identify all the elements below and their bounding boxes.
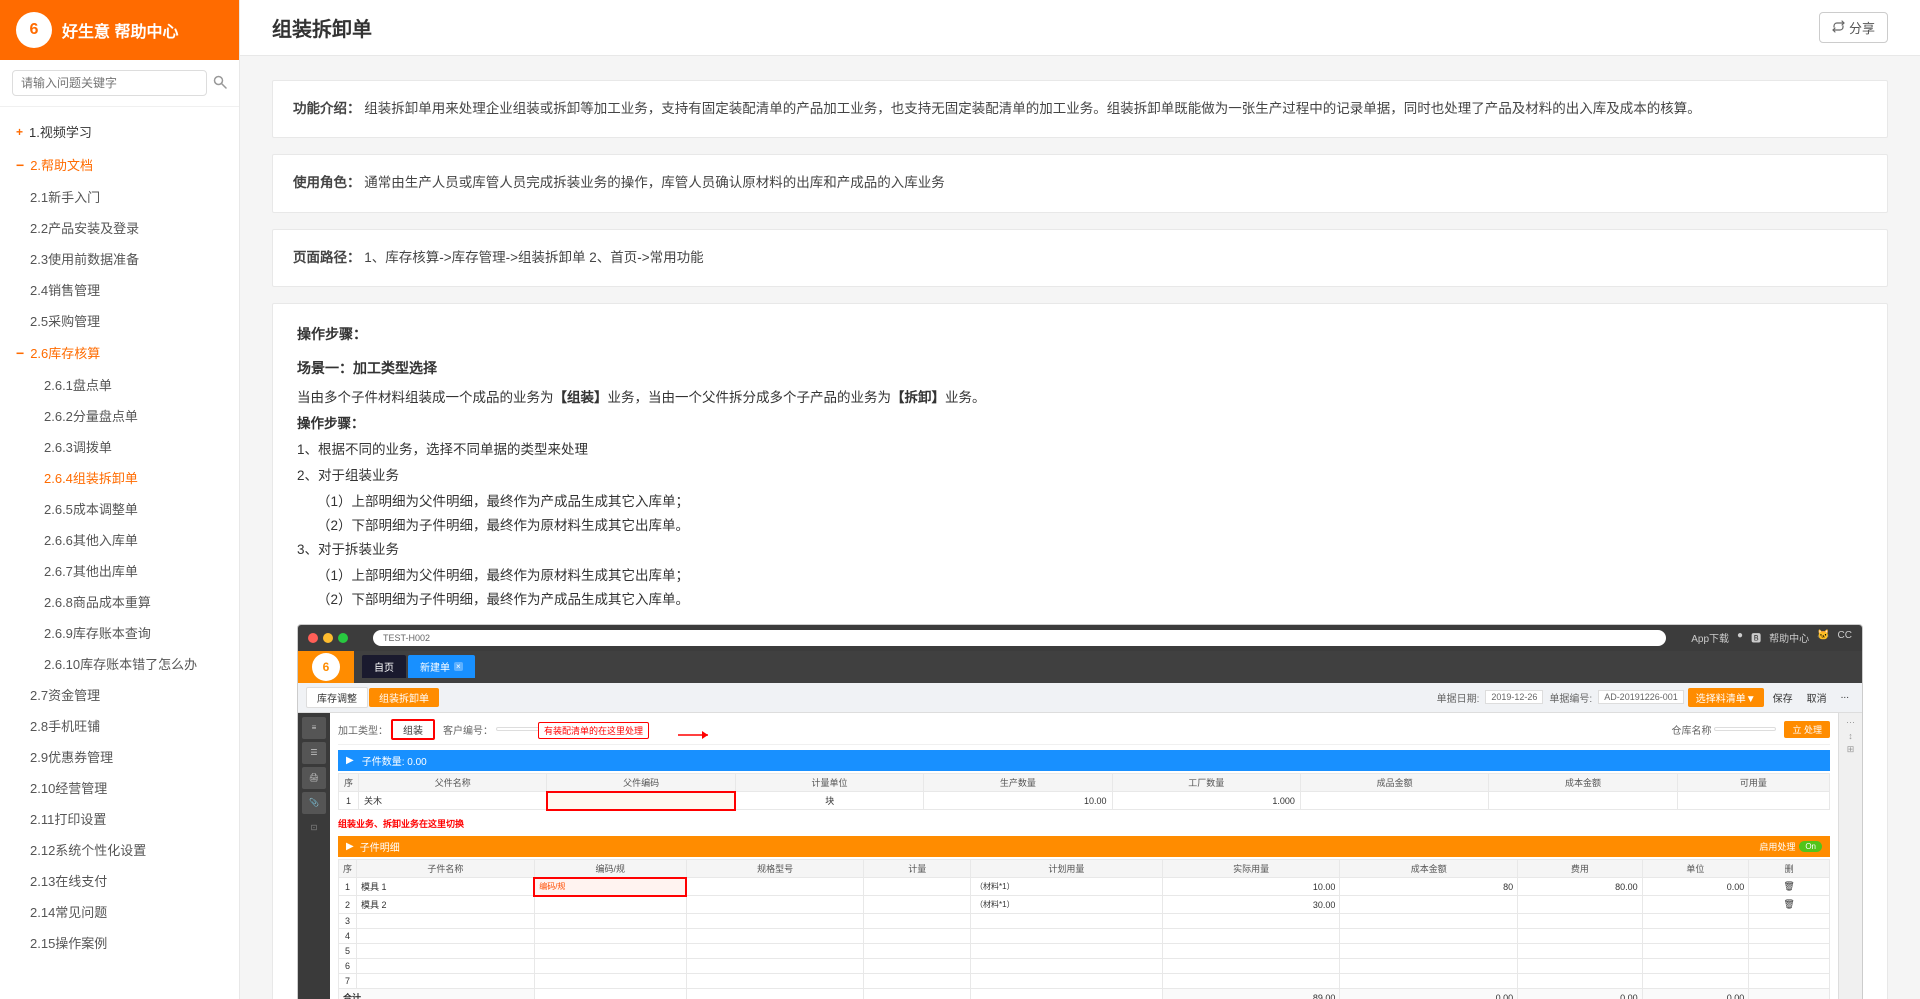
- minus-icon-2: −: [16, 345, 24, 361]
- path-label: 页面路径：: [293, 250, 361, 265]
- main-area: 组装拆卸单 分享 功能介绍： 组装拆卸单用来处理企业组装或拆卸等加工业务，支持有…: [240, 0, 1920, 999]
- share-icon: [1832, 20, 1845, 36]
- sidebar-item-label: 2.帮助文档: [30, 155, 93, 174]
- app-title: 好生意 帮助中心: [62, 18, 178, 42]
- search-icon[interactable]: [213, 75, 227, 92]
- sidebar-item-docs[interactable]: − 2.帮助文档: [0, 148, 239, 181]
- intro-text: 组装拆卸单用来处理企业组装或拆卸等加工业务，支持有固定装配清单的产品加工业务，也…: [364, 101, 1701, 116]
- content-area: 功能介绍： 组装拆卸单用来处理企业组装或拆卸等加工业务，支持有固定装配清单的产品…: [240, 56, 1920, 999]
- nav-sub-2-6-5[interactable]: 2.6.5成本调整单: [0, 493, 239, 524]
- search-box: [0, 60, 239, 107]
- step2: 2、对于组装业务: [297, 464, 1863, 484]
- nav-sub-2-2[interactable]: 2.2产品安装及登录: [0, 212, 239, 243]
- nav-sub-2-1[interactable]: 2.1新手入门: [0, 181, 239, 212]
- nav-sub-2-12[interactable]: 2.12系统个性化设置: [0, 834, 239, 865]
- role-card: 使用角色： 通常由生产人员或库管人员完成拆装业务的操作，库管人员确认原材料的出库…: [272, 154, 1888, 212]
- nav-sub-2-4[interactable]: 2.4销售管理: [0, 274, 239, 305]
- path-text: 1、库存核算->库存管理->组装拆卸单 2、首页->常用功能: [364, 250, 703, 265]
- page-title: 组装拆卸单: [272, 13, 372, 42]
- nav-sub-2-9[interactable]: 2.9优惠券管理: [0, 741, 239, 772]
- screenshot-mockup: TEST-H002 App下载●🅱帮助中心🐱CC 6 自页 新建单 ×: [297, 624, 1863, 999]
- nav-sub-2-7[interactable]: 2.7资金管理: [0, 679, 239, 710]
- op-steps-title: 操作步骤：: [297, 324, 1863, 344]
- nav-sub-2-13[interactable]: 2.13在线支付: [0, 865, 239, 896]
- path-card: 页面路径： 1、库存核算->库存管理->组装拆卸单 2、首页->常用功能: [272, 229, 1888, 287]
- scenario1-desc: 当由多个子件材料组装成一个成品的业务为【组装】业务，当由一个父件拆分成多个子产品…: [297, 386, 1863, 406]
- nav-sub-2-8[interactable]: 2.8手机旺铺: [0, 710, 239, 741]
- scenario1-title: 场景一：加工类型选择: [297, 358, 1863, 378]
- nav-sub-2-6-7[interactable]: 2.6.7其他出库单: [0, 555, 239, 586]
- nav-sub-2-6-4[interactable]: 2.6.4组装拆卸单: [0, 462, 239, 493]
- nav-sub-2-3[interactable]: 2.3使用前数据准备: [0, 243, 239, 274]
- intro-label: 功能介绍：: [293, 101, 361, 116]
- step2-sub2: （2）下部明细为子件明细，最终作为原材料生成其它出库单。: [297, 514, 1863, 534]
- search-input[interactable]: [12, 70, 207, 96]
- main-header: 组装拆卸单 分享: [240, 0, 1920, 56]
- nav-tree: + 1.视频学习 − 2.帮助文档 2.1新手入门 2.2产品安装及登录 2.3…: [0, 107, 239, 999]
- nav-sub-2-6-1[interactable]: 2.6.1盘点单: [0, 369, 239, 400]
- nav-section-1: + 1.视频学习: [0, 115, 239, 148]
- main-content-block: 操作步骤： 场景一：加工类型选择 当由多个子件材料组装成一个成品的业务为【组装】…: [272, 303, 1888, 999]
- intro-card: 功能介绍： 组装拆卸单用来处理企业组装或拆卸等加工业务，支持有固定装配清单的产品…: [272, 80, 1888, 138]
- step3-sub1: （1）上部明细为父件明细，最终作为原材料生成其它出库单；: [297, 564, 1863, 584]
- sidebar-item-video[interactable]: + 1.视频学习: [0, 115, 239, 148]
- steps-subtitle: 操作步骤：: [297, 412, 1863, 432]
- role-text: 通常由生产人员或库管人员完成拆装业务的操作，库管人员确认原材料的出库和产成品的入…: [364, 175, 945, 190]
- nav-sub-2-6-9[interactable]: 2.6.9库存账本查询: [0, 617, 239, 648]
- step3-sub2: （2）下部明细为子件明细，最终作为产成品生成其它入库单。: [297, 588, 1863, 608]
- nav-sub-2-5[interactable]: 2.5采购管理: [0, 305, 239, 336]
- role-label: 使用角色：: [293, 175, 361, 190]
- share-label: 分享: [1849, 18, 1875, 37]
- step1: 1、根据不同的业务，选择不同单据的类型来处理: [297, 438, 1863, 458]
- sidebar-item-label: 2.6库存核算: [30, 343, 100, 362]
- share-button[interactable]: 分享: [1819, 12, 1888, 43]
- sidebar-item-label: 1.视频学习: [29, 122, 92, 141]
- nav-sub-2-6-2[interactable]: 2.6.2分量盘点单: [0, 400, 239, 431]
- plus-icon: +: [16, 125, 23, 139]
- nav-sub-2-15[interactable]: 2.15操作案例: [0, 927, 239, 958]
- nav-sub-2-14[interactable]: 2.14常见问题: [0, 896, 239, 927]
- nav-sub-2-6-6[interactable]: 2.6.6其他入库单: [0, 524, 239, 555]
- sidebar-item-inventory[interactable]: − 2.6库存核算: [0, 336, 239, 369]
- nav-sub-2-6-3[interactable]: 2.6.3调拨单: [0, 431, 239, 462]
- nav-sub-2-6-10[interactable]: 2.6.10库存账本错了怎么办: [0, 648, 239, 679]
- sidebar: 6 好生意 帮助中心 + 1.视频学习 − 2.帮助文档 2.1新手入门 2.2…: [0, 0, 240, 999]
- sidebar-header: 6 好生意 帮助中心: [0, 0, 239, 60]
- step2-sub1: （1）上部明细为父件明细，最终作为产成品生成其它入库单；: [297, 490, 1863, 510]
- nav-sub-2-11[interactable]: 2.11打印设置: [0, 803, 239, 834]
- logo-icon: 6: [16, 12, 52, 48]
- step3: 3、对于拆装业务: [297, 538, 1863, 558]
- nav-sub-2-6-8[interactable]: 2.6.8商品成本重算: [0, 586, 239, 617]
- minus-icon: −: [16, 157, 24, 173]
- nav-section-2: − 2.帮助文档 2.1新手入门 2.2产品安装及登录 2.3使用前数据准备 2…: [0, 148, 239, 958]
- nav-sub-2-10[interactable]: 2.10经营管理: [0, 772, 239, 803]
